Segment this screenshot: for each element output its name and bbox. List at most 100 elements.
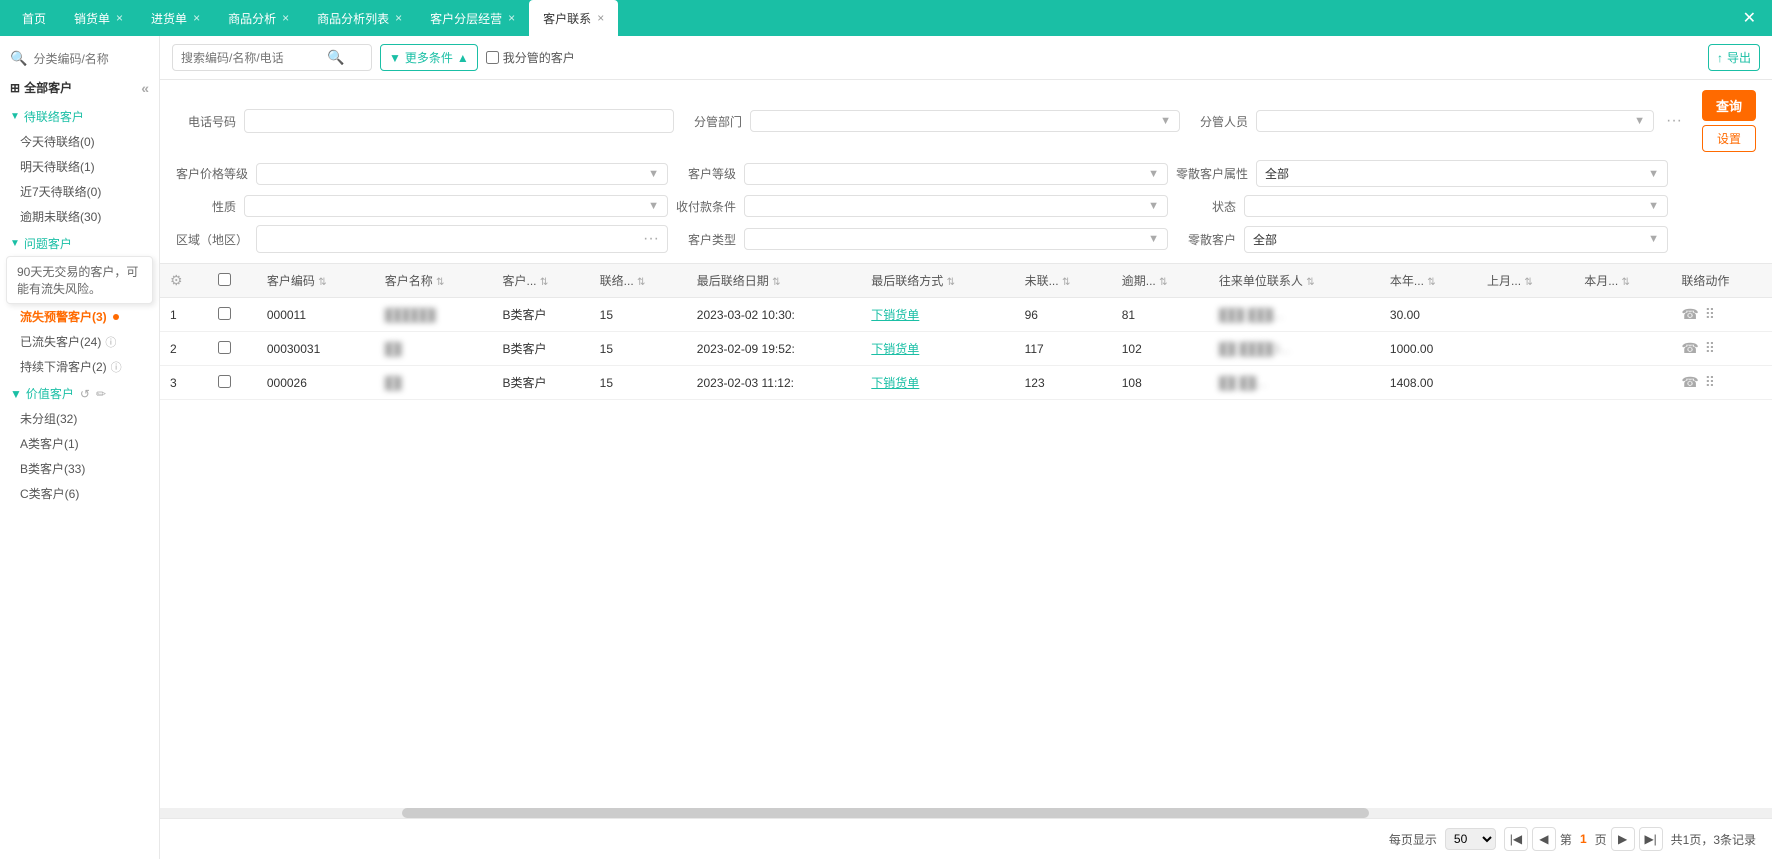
adv-select-retail-attr[interactable]: 全部 ▼ [1256,160,1668,187]
row-checkbox-1[interactable] [218,341,231,354]
last-way-link-0[interactable]: 下销货单 [871,308,919,322]
more-action-icon-0[interactable]: ⠿ [1705,306,1715,323]
sidebar-group-pending-label: 待联络客户 [24,108,84,125]
adv-field-region: 区域（地区） ··· [176,225,668,253]
sidebar-item-churn-warning[interactable]: 流失预警客户(3) [0,304,159,329]
col-overdue[interactable]: 逾期... ⇅ [1112,264,1209,298]
settings-btn[interactable]: 设置 [1702,125,1756,152]
adv-select-customer-grade[interactable]: ▼ [744,163,1168,185]
sidebar-collapse-icon[interactable]: « [141,80,149,96]
adv-select-status[interactable]: ▼ [1244,195,1668,217]
adv-more-btn-1[interactable]: ··· [1662,112,1686,130]
edit-icon[interactable]: ✏ [96,387,106,401]
scrollbar-thumb[interactable] [402,808,1369,818]
col-name[interactable]: 客户名称 ⇅ [375,264,493,298]
col-contact[interactable]: 联络... ⇅ [590,264,687,298]
sidebar-item-a-class[interactable]: A类客户(1) [0,431,159,456]
customer-name-0: ██████ [385,308,436,322]
next-page-btn[interactable]: ▶ [1611,827,1635,851]
more-action-icon-2[interactable]: ⠿ [1705,374,1715,391]
sidebar-item-churned[interactable]: 已流失客户(24) ⓘ [0,329,159,354]
col-type[interactable]: 客户... ⇅ [493,264,590,298]
tab-sales-close[interactable]: × [116,11,123,25]
tab-purchase[interactable]: 进货单 × [137,0,214,36]
col-code[interactable]: 客户编码 ⇅ [257,264,375,298]
chevron-down-icon4: ▼ [1148,168,1159,180]
query-btn[interactable]: 查询 [1702,90,1756,121]
select-all-checkbox[interactable] [218,273,231,286]
col-last-way[interactable]: 最后联络方式 ⇅ [861,264,1014,298]
tab-customer-contact[interactable]: 客户联系 × [529,0,618,36]
col-last-month[interactable]: 上月... ⇅ [1477,264,1574,298]
horizontal-scrollbar[interactable] [160,808,1772,818]
export-btn[interactable]: ↑ 导出 [1708,44,1760,71]
my-customer-checkbox[interactable] [486,51,499,64]
col-checkbox [208,264,257,298]
tab-customer-contact-close[interactable]: × [597,11,604,25]
close-all-icon[interactable]: ✕ [1735,8,1764,28]
sidebar-item-today-label: 今天待联络(0) [20,133,95,150]
tab-customer-tier-close[interactable]: × [508,11,515,25]
filter-search-input[interactable] [181,51,321,65]
row-checkbox-0[interactable] [218,307,231,320]
sidebar-group-problem[interactable]: ▼ 问题客户 [0,229,159,256]
adv-input-phone[interactable] [244,109,674,133]
col-gear[interactable]: ⚙ [160,264,208,298]
sidebar-item-today[interactable]: 今天待联络(0) [0,129,159,154]
my-customer-checkbox-wrap[interactable]: 我分管的客户 [486,49,575,66]
adv-select-nature[interactable]: ▼ [244,195,668,217]
col-contact-person[interactable]: 往来单位联系人 ⇅ [1209,264,1380,298]
refresh-icon[interactable]: ↺ [80,387,90,401]
per-page-select[interactable]: 50 100 [1445,828,1496,850]
phone-action-icon-0[interactable]: ☎ [1681,306,1698,323]
filter-more-btn[interactable]: ▼ 更多条件 ▲ [380,44,478,71]
adv-select-price-grade[interactable]: ▼ [256,163,668,185]
adv-select-payment[interactable]: ▼ [744,195,1168,217]
adv-field-payment: 收付款条件 ▼ [676,195,1168,217]
adv-field-retail-customer: 零散客户 全部 ▼ [1176,226,1668,253]
sidebar-group-pending[interactable]: ▼ 待联络客户 [0,102,159,129]
tab-customer-tier[interactable]: 客户分层经营 × [416,0,529,36]
sidebar-item-overdue[interactable]: 逾期未联络(30) [0,204,159,229]
sidebar-all-label: 全部客户 [24,79,72,96]
td-last-date: 2023-03-02 10:30: [687,298,862,332]
sidebar-item-declining[interactable]: 持续下滑客户(2) ⓘ [0,354,159,379]
last-way-link-1[interactable]: 下销货单 [871,342,919,356]
adv-select-person[interactable]: ▼ [1256,110,1654,132]
last-way-link-2[interactable]: 下销货单 [871,376,919,390]
tab-analysis-list[interactable]: 商品分析列表 × [303,0,416,36]
col-no-contact[interactable]: 未联... ⇅ [1015,264,1112,298]
sidebar-group-value[interactable]: ▼ 价值客户 ↺ ✏ [0,379,159,406]
row-checkbox-2[interactable] [218,375,231,388]
more-action-icon-1[interactable]: ⠿ [1705,340,1715,357]
last-page-btn[interactable]: ▶| [1639,827,1663,851]
adv-select-region[interactable]: ··· [256,225,668,253]
prev-page-btn[interactable]: ◀ [1532,827,1556,851]
phone-action-icon-2[interactable]: ☎ [1681,374,1698,391]
adv-select-dept[interactable]: ▼ [750,110,1180,132]
tab-analysis-list-close[interactable]: × [395,11,402,25]
sidebar-all-customers[interactable]: ⊞ 全部客户 « [0,73,159,102]
col-this-year[interactable]: 本年... ⇅ [1380,264,1477,298]
col-this-month[interactable]: 本月... ⇅ [1574,264,1671,298]
tab-analysis-close[interactable]: × [282,11,289,25]
sidebar-item-tomorrow[interactable]: 明天待联络(1) [0,154,159,179]
adv-select-customer-type[interactable]: ▼ [744,228,1168,250]
first-page-btn[interactable]: |◀ [1504,827,1528,851]
tab-home[interactable]: 首页 [8,0,60,36]
filter-search-icon[interactable]: 🔍 [327,49,344,66]
adv-filter-panel: 电话号码 分管部门 ▼ 分管人员 ▼ ··· [160,80,1772,264]
sidebar-item-c-class[interactable]: C类客户(6) [0,481,159,506]
sidebar-item-b-class[interactable]: B类客户(33) [0,456,159,481]
sidebar-item-ungrouped[interactable]: 未分组(32) [0,406,159,431]
tab-purchase-close[interactable]: × [193,11,200,25]
tab-analysis[interactable]: 商品分析 × [214,0,303,36]
phone-action-icon-1[interactable]: ☎ [1681,340,1698,357]
sidebar-search-input[interactable] [33,52,149,66]
tab-sales[interactable]: 销货单 × [60,0,137,36]
sidebar-item-7days[interactable]: 近7天待联络(0) [0,179,159,204]
adv-select-retail-customer[interactable]: 全部 ▼ [1244,226,1668,253]
col-last-date[interactable]: 最后联络日期 ⇅ [687,264,862,298]
sort-icon-lmonth: ⇅ [1524,277,1532,288]
gear-icon[interactable]: ⚙ [170,272,183,288]
